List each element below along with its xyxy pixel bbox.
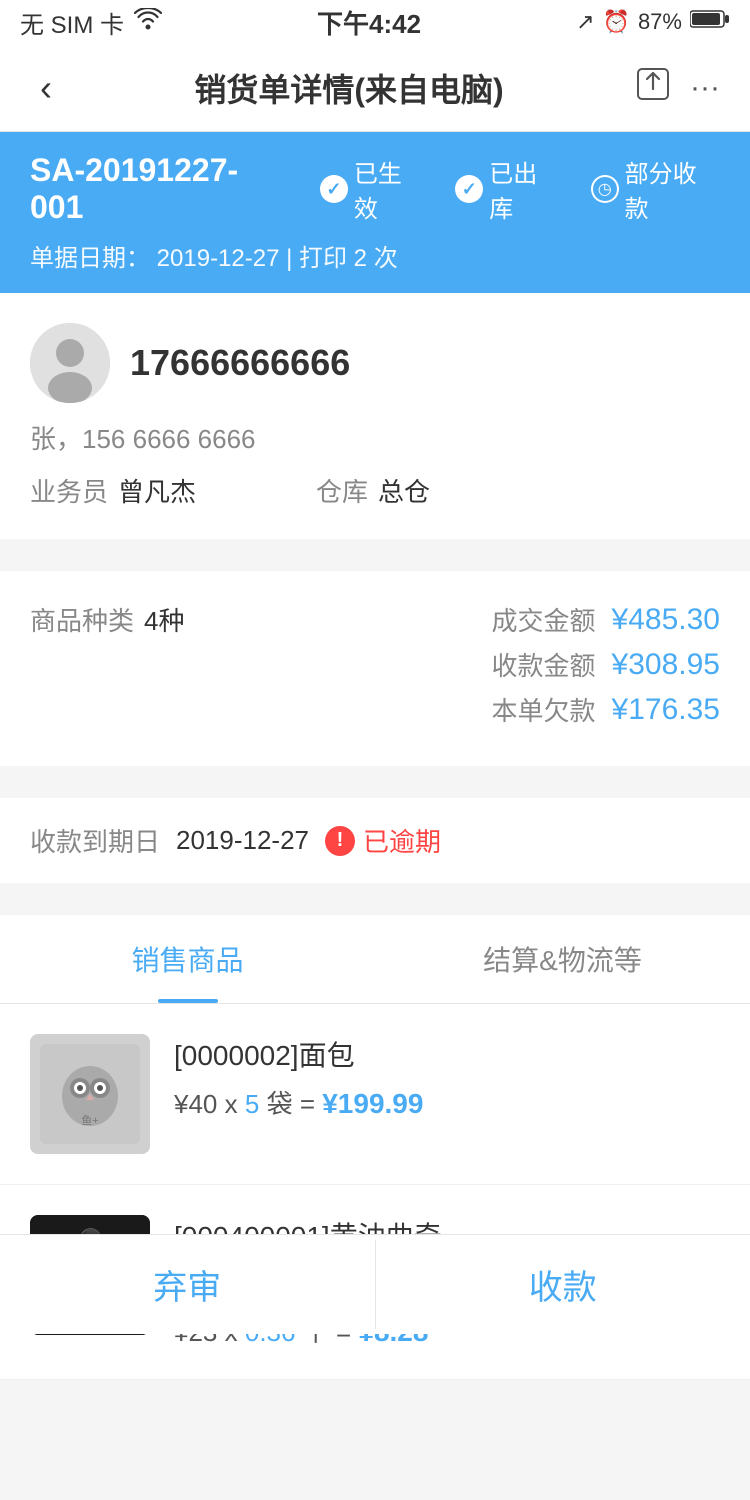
alarm-icon: ⏰ [603,9,630,35]
share-icon[interactable] [636,67,670,109]
deal-amount-value: ¥485.30 [612,603,720,637]
abandon-review-button[interactable]: 弃审 [0,1240,376,1329]
product-price-1: ¥40 x 5 袋 = ¥199.99 [174,1084,720,1121]
overdue-badge: ! 已逾期 [325,822,441,859]
product-info-1: [0000002]面包 ¥40 x 5 袋 = ¥199.99 [174,1034,720,1121]
divider-3 [0,899,750,915]
status-bar: 无 SIM 卡 下午4:42 ↗ ⏰ 87% [0,0,750,44]
divider-2 [0,782,750,798]
status-active-label: 已生效 [354,154,426,224]
customer-name: 17666666666 [130,342,350,384]
print-info: | 打印 2 次 [286,245,398,272]
wifi-icon [134,8,162,37]
status-time: 下午4:42 [317,4,421,41]
due-date-section: 收款到期日 2019-12-27 ! 已逾期 [0,798,750,883]
tabs: 销售商品 结算&物流等 [0,915,750,1004]
location-icon: ↗ [576,9,594,35]
salesperson-value: 曾凡杰 [118,472,196,509]
back-button[interactable]: ‹ [30,57,62,119]
stats-section: 商品种类 4种 成交金额 ¥485.30 收款金额 ¥308.95 本单欠款 ¥… [0,571,750,766]
battery-icon [690,9,730,35]
product-name-1: [0000002]面包 [174,1034,720,1074]
status-right: ↗ ⏰ 87% [576,9,730,35]
customer-contact: 张，156 6666 6666 [30,419,720,456]
tab-sales-products-label: 销售商品 [131,945,243,976]
status-partial-label: 部分收款 [625,154,720,224]
warehouse-label: 仓库 [316,472,368,509]
order-id: SA-20191227-001 [30,152,290,226]
warehouse-value: 总仓 [378,472,430,509]
no-sim-text: 无 SIM 卡 [20,5,124,40]
customer-info-row: 业务员 曾凡杰 仓库 总仓 [30,472,720,509]
nav-actions: ··· [636,67,720,109]
due-date-value: 2019-12-27 [176,825,309,856]
deal-amount-label: 成交金额 [492,601,596,638]
category-label: 商品种类 [30,601,134,638]
received-amount-value: ¥308.95 [612,648,720,682]
status-left: 无 SIM 卡 [20,5,162,40]
avatar [30,323,110,403]
owed-amount-label: 本单欠款 [492,691,596,728]
order-date: 2019-12-27 [157,245,280,272]
owed-amount-value: ¥176.35 [612,693,720,727]
status-shipped-label: 已出库 [489,154,561,224]
clock-icon: ◷ [591,175,619,203]
svg-text:鱼+: 鱼+ [81,1113,98,1127]
date-label: 单据日期： [30,245,150,272]
overdue-text: 已逾期 [363,822,441,859]
battery-text: 87% [638,9,682,35]
status-badge-partial: ◷ 部分收款 [591,154,720,224]
status-badge-shipped: ✓ 已出库 [455,154,560,224]
category-count: 4种 [144,601,184,638]
bottom-bar: 弃审 收款 [0,1234,750,1334]
check-icon: ✓ [320,175,348,203]
salesperson-label: 业务员 [30,472,108,509]
received-amount-label: 收款金额 [492,646,596,683]
tab-sales-products[interactable]: 销售商品 [0,915,375,1003]
tab-settlement-label: 结算&物流等 [483,945,642,976]
product-image-1: 鱼+ [30,1034,150,1154]
status-badge-active: ✓ 已生效 [320,154,425,224]
more-icon[interactable]: ··· [690,71,720,105]
list-item: 鱼+ [0000002]面包 ¥40 x 5 袋 = ¥199.99 [0,1004,750,1185]
due-date-label: 收款到期日 [30,822,160,859]
overdue-warning-icon: ! [325,826,355,856]
order-header: SA-20191227-001 ✓ 已生效 ✓ 已出库 ◷ 部分收款 单据日期：… [0,132,750,293]
collect-payment-button[interactable]: 收款 [376,1240,750,1329]
order-date-info: 单据日期： 2019-12-27 | 打印 2 次 [30,238,720,273]
divider-1 [0,555,750,571]
customer-section: 17666666666 张，156 6666 6666 业务员 曾凡杰 仓库 总… [0,293,750,539]
page-title: 销货单详情(来自电脑) [194,65,503,111]
check-icon-2: ✓ [455,175,483,203]
tab-settlement[interactable]: 结算&物流等 [375,915,750,1003]
nav-bar: ‹ 销货单详情(来自电脑) ··· [0,44,750,132]
